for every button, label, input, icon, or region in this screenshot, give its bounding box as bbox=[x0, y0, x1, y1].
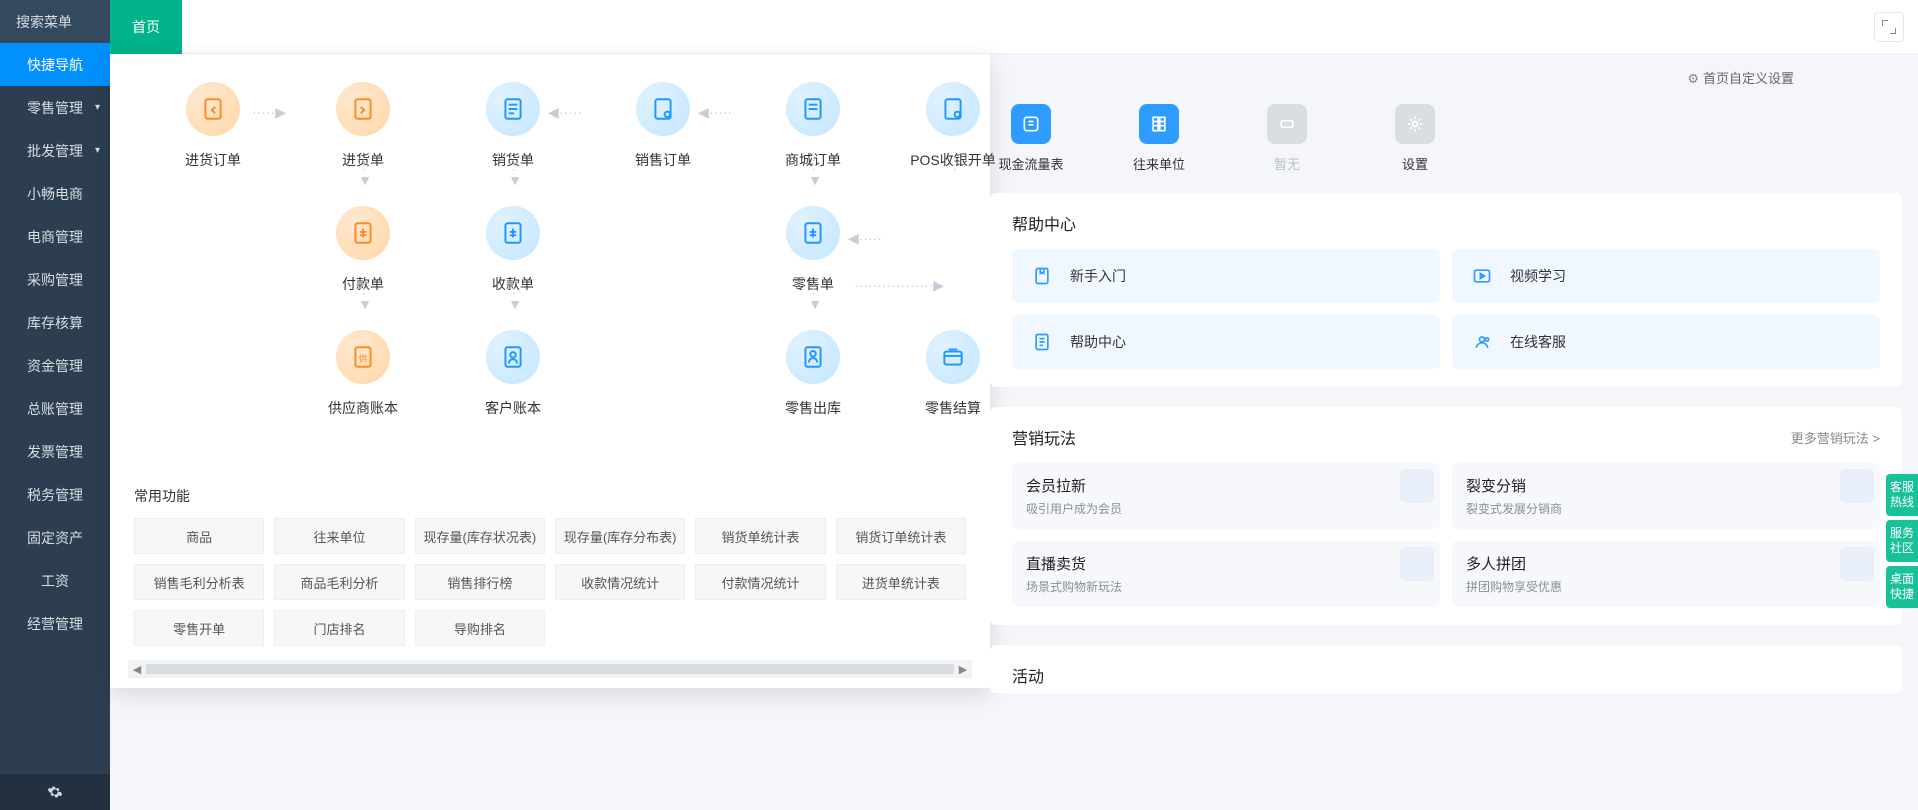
help-center-card: 帮助中心 新手入门视频学习帮助中心在线客服 bbox=[990, 193, 1902, 387]
help-tile-icon bbox=[1028, 328, 1056, 356]
help-tile-0[interactable]: 新手入门 bbox=[1012, 249, 1440, 303]
float-tab-1[interactable]: 服务社区 bbox=[1886, 520, 1918, 562]
scroll-left-icon[interactable]: ◀ bbox=[128, 660, 146, 678]
marketing-more-link[interactable]: 更多营销玩法 > bbox=[1791, 428, 1880, 447]
help-tile-icon bbox=[1468, 262, 1496, 290]
help-tile-icon bbox=[1028, 262, 1056, 290]
gear-icon bbox=[47, 784, 63, 800]
shortcut-3[interactable]: 设置 bbox=[1380, 104, 1450, 173]
sidebar-item-8[interactable]: 总账管理 bbox=[0, 387, 110, 430]
node-customer-ledger[interactable]: 客户账本 bbox=[438, 330, 588, 418]
scroll-thumb[interactable] bbox=[146, 664, 954, 674]
sidebar-item-3[interactable]: 小畅电商 bbox=[0, 172, 110, 215]
node-payment[interactable]: 付款单 bbox=[288, 206, 438, 294]
sidebar-item-1[interactable]: 零售管理▾ bbox=[0, 86, 110, 129]
common-fn-11[interactable]: 进货单统计表 bbox=[836, 564, 966, 600]
sidebar-item-12[interactable]: 工资 bbox=[0, 559, 110, 602]
node-retail-out[interactable]: 零售出库 bbox=[738, 330, 888, 418]
common-fn-5[interactable]: 销货订单统计表 bbox=[836, 518, 966, 554]
shortcut-icon bbox=[1395, 104, 1435, 144]
shortcut-0[interactable]: 现金流量表 bbox=[996, 104, 1066, 173]
tab-home[interactable]: 首页 bbox=[110, 0, 182, 54]
help-tile-1[interactable]: 视频学习 bbox=[1452, 249, 1880, 303]
common-fn-12[interactable]: 零售开单 bbox=[134, 610, 264, 646]
common-fn-10[interactable]: 付款情况统计 bbox=[695, 564, 825, 600]
sidebar-item-5[interactable]: 采购管理 bbox=[0, 258, 110, 301]
common-functions-title: 常用功能 bbox=[134, 486, 972, 506]
common-fn-9[interactable]: 收款情况统计 bbox=[555, 564, 685, 600]
marketing-tile-2[interactable]: 直播卖货场景式购物新玩法 bbox=[1012, 541, 1440, 607]
node-purchase-receipt[interactable]: 进货单 bbox=[288, 82, 438, 170]
node-mall-order[interactable]: 商城订单 bbox=[738, 82, 888, 170]
float-tab-2[interactable]: 桌面快捷 bbox=[1886, 566, 1918, 608]
sidebar-item-13[interactable]: 经营管理 bbox=[0, 602, 110, 645]
activity-title: 活动 bbox=[1012, 663, 1880, 687]
float-tab-0[interactable]: 客服热线 bbox=[1886, 474, 1918, 516]
marketing-tile-3[interactable]: 多人拼团拼团购物享受优惠 bbox=[1452, 541, 1880, 607]
help-tile-2[interactable]: 帮助中心 bbox=[1012, 315, 1440, 369]
common-fn-7[interactable]: 商品毛利分析 bbox=[274, 564, 404, 600]
marketing-tile-0[interactable]: 会员拉新吸引用户成为会员 bbox=[1012, 463, 1440, 529]
node-retail[interactable]: 零售单 bbox=[738, 206, 888, 294]
sidebar-item-7[interactable]: 资金管理 bbox=[0, 344, 110, 387]
help-title: 帮助中心 bbox=[1012, 211, 1076, 235]
customize-home-link[interactable]: 首页自定义设置 bbox=[1687, 68, 1794, 87]
shortcut-2[interactable]: 暂无 bbox=[1252, 104, 1322, 173]
sidebar-item-0[interactable]: 快捷导航 bbox=[0, 43, 110, 86]
help-tile-icon bbox=[1468, 328, 1496, 356]
sidebar: 搜索菜单 快捷导航零售管理▾批发管理▾小畅电商电商管理采购管理库存核算资金管理总… bbox=[0, 0, 110, 810]
node-receipt[interactable]: 收款单 bbox=[438, 206, 588, 294]
chevron-down-icon: ▾ bbox=[95, 102, 100, 113]
marketing-title: 营销玩法 bbox=[1012, 425, 1076, 449]
sidebar-item-11[interactable]: 固定资产 bbox=[0, 516, 110, 559]
tile-bg-icon bbox=[1840, 547, 1874, 581]
quicknav-panel: 进货订单 进货单 销货单 销售订单 商城订单 POS收银开单 付款单 收款单 零… bbox=[110, 54, 990, 688]
common-fn-3[interactable]: 现存量(库存分布表) bbox=[555, 518, 685, 554]
right-content: 首页自定义设置 现金流量表往来单位暂无设置 帮助中心 新手入门视频学习帮助中心在… bbox=[990, 54, 1902, 810]
scroll-right-icon[interactable]: ▶ bbox=[954, 660, 972, 678]
search-menu[interactable]: 搜索菜单 bbox=[0, 0, 110, 43]
marketing-card: 营销玩法 更多营销玩法 > 会员拉新吸引用户成为会员裂变分销裂变式发展分销商直播… bbox=[990, 407, 1902, 625]
sidebar-item-6[interactable]: 库存核算 bbox=[0, 301, 110, 344]
sidebar-item-4[interactable]: 电商管理 bbox=[0, 215, 110, 258]
node-supplier-ledger[interactable]: 供供应商账本 bbox=[288, 330, 438, 418]
activity-card: 活动 bbox=[990, 645, 1902, 693]
node-sales-receipt[interactable]: 销货单 bbox=[438, 82, 588, 170]
common-fn-4[interactable]: 销货单统计表 bbox=[695, 518, 825, 554]
common-fn-13[interactable]: 门店排名 bbox=[274, 610, 404, 646]
sidebar-item-2[interactable]: 批发管理▾ bbox=[0, 129, 110, 172]
common-fn-8[interactable]: 销售排行榜 bbox=[415, 564, 545, 600]
horizontal-scrollbar[interactable]: ◀ ▶ bbox=[128, 660, 972, 678]
common-fn-1[interactable]: 往来单位 bbox=[274, 518, 404, 554]
tile-bg-icon bbox=[1400, 547, 1434, 581]
node-sales-order[interactable]: 销售订单 bbox=[588, 82, 738, 170]
sidebar-item-9[interactable]: 发票管理 bbox=[0, 430, 110, 473]
common-fn-2[interactable]: 现存量(库存状况表) bbox=[415, 518, 545, 554]
common-fn-6[interactable]: 销售毛利分析表 bbox=[134, 564, 264, 600]
marketing-tile-1[interactable]: 裂变分销裂变式发展分销商 bbox=[1452, 463, 1880, 529]
shortcut-icon bbox=[1267, 104, 1307, 144]
fullscreen-button[interactable] bbox=[1874, 12, 1904, 42]
fullscreen-icon bbox=[1882, 20, 1896, 34]
search-label: 搜索菜单 bbox=[16, 12, 72, 32]
tile-bg-icon bbox=[1840, 469, 1874, 503]
shortcut-icon bbox=[1139, 104, 1179, 144]
topbar: 首页 bbox=[110, 0, 1918, 54]
svg-text:供: 供 bbox=[359, 352, 368, 363]
sidebar-item-10[interactable]: 税务管理 bbox=[0, 473, 110, 516]
sidebar-settings[interactable] bbox=[0, 774, 110, 810]
chevron-down-icon: ▾ bbox=[95, 145, 100, 156]
flow-diagram: 进货订单 进货单 销货单 销售订单 商城订单 POS收银开单 付款单 收款单 零… bbox=[128, 82, 972, 482]
tile-bg-icon bbox=[1400, 469, 1434, 503]
common-fn-14[interactable]: 导购排名 bbox=[415, 610, 545, 646]
shortcut-icon bbox=[1011, 104, 1051, 144]
node-purchase-order[interactable]: 进货订单 bbox=[138, 82, 288, 170]
common-fn-0[interactable]: 商品 bbox=[134, 518, 264, 554]
shortcut-1[interactable]: 往来单位 bbox=[1124, 104, 1194, 173]
help-tile-3[interactable]: 在线客服 bbox=[1452, 315, 1880, 369]
